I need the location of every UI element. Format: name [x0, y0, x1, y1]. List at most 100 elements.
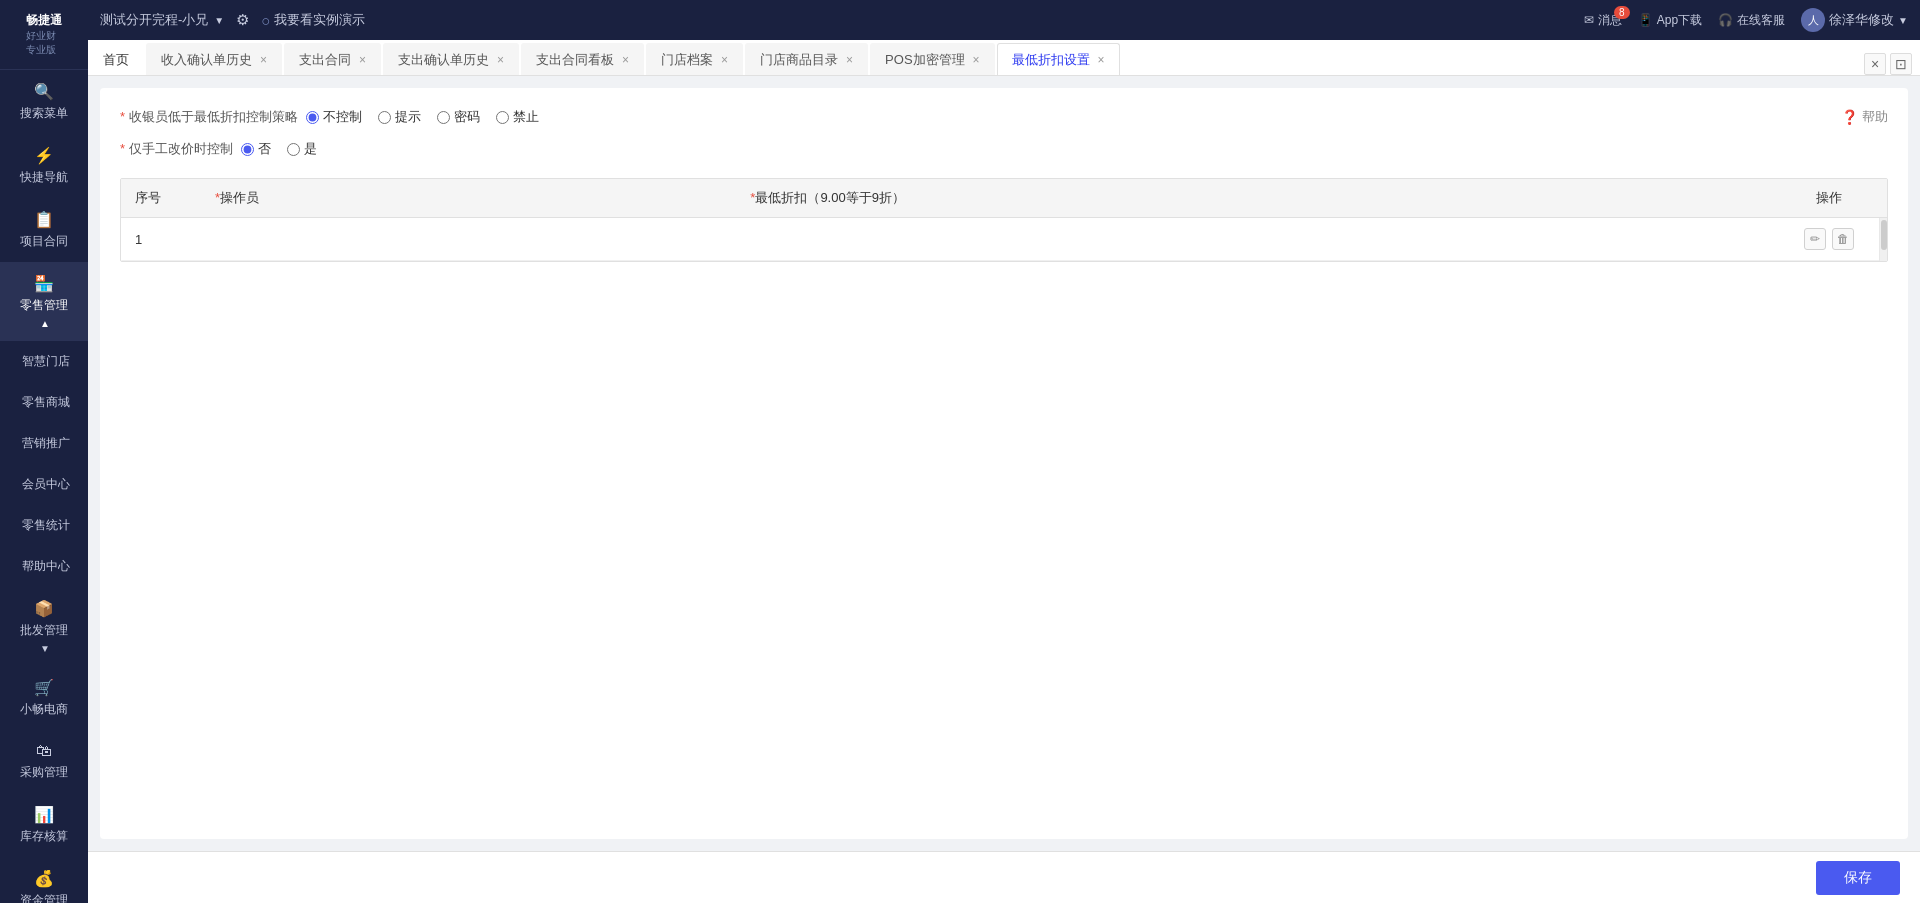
sidebar-item-marketing[interactable]: 营销推广 [0, 423, 88, 464]
tab-payment-contract-label: 支出合同 [299, 51, 351, 69]
app-download-btn[interactable]: 📱 App下载 [1638, 12, 1702, 29]
strategy-no-control-radio[interactable] [306, 111, 319, 124]
strategy-remind[interactable]: 提示 [378, 108, 421, 126]
topbar-settings-btn[interactable]: ⚙ [236, 11, 249, 29]
user-dropdown-icon: ▼ [1898, 15, 1908, 26]
strategy-remind-radio[interactable] [378, 111, 391, 124]
sidebar-item-retail-stats-label: 零售统计 [22, 517, 70, 534]
tab-income-confirm-close[interactable]: × [260, 53, 267, 67]
service-btn[interactable]: 🎧 在线客服 [1718, 12, 1785, 29]
sidebar-item-retail-stats[interactable]: 零售统计 [0, 505, 88, 546]
manual-no-radio[interactable] [241, 143, 254, 156]
tab-store-file[interactable]: 门店档案 × [646, 43, 743, 75]
tab-min-discount[interactable]: 最低折扣设置 × [997, 43, 1120, 75]
purchase-icon: 🛍 [36, 742, 52, 760]
tab-more-btn[interactable]: ⊡ [1890, 53, 1912, 75]
manual-yes-radio[interactable] [287, 143, 300, 156]
tab-payment-confirm-close[interactable]: × [497, 53, 504, 67]
topbar-demo-btn[interactable]: ○ 我要看实例演示 [261, 11, 365, 29]
strategy-radio-group: 不控制 提示 密码 禁止 [306, 108, 539, 126]
strategy-forbidden-radio[interactable] [496, 111, 509, 124]
help-link[interactable]: ❓ 帮助 [1841, 108, 1888, 126]
col-header-action: 操作 [1779, 179, 1879, 217]
sidebar-item-finance[interactable]: 💰 资金管理 [0, 857, 88, 903]
header-scrollbar-space [1879, 179, 1887, 217]
project-name: 测试分开完程-小兄 [100, 11, 208, 29]
sidebar-item-finance-label: 资金管理 [20, 892, 68, 903]
tab-payment-contract-close[interactable]: × [359, 53, 366, 67]
sidebar-item-ecommerce[interactable]: 🛒 小畅电商 [0, 666, 88, 730]
tab-store-file-close[interactable]: × [721, 53, 728, 67]
strategy-no-control[interactable]: 不控制 [306, 108, 362, 126]
sidebar-item-retail-mall[interactable]: 零售商城 [0, 382, 88, 423]
tab-payment-board-label: 支出合同看板 [536, 51, 614, 69]
tab-store-goods-close[interactable]: × [846, 53, 853, 67]
tab-store-goods[interactable]: 门店商品目录 × [745, 43, 868, 75]
manual-no-label: 否 [258, 140, 271, 158]
tab-payment-board-close[interactable]: × [622, 53, 629, 67]
search-icon: 🔍 [34, 82, 54, 101]
content-area: ❓ 帮助 * 收银员低于最低折扣控制策略 不控制 [88, 76, 1920, 851]
cell-action-1: ✏ 🗑 [1779, 218, 1879, 260]
sidebar-item-marketing-label: 营销推广 [22, 435, 70, 452]
sidebar-item-retail-mall-label: 零售商城 [22, 394, 70, 411]
scrollbar-thumb [1881, 220, 1887, 250]
service-label: 在线客服 [1737, 12, 1785, 29]
tab-payment-board[interactable]: 支出合同看板 × [521, 43, 644, 75]
table-body-wrapper: 1 ✏ 🗑 [121, 218, 1887, 261]
tab-home[interactable]: 首页 [88, 43, 144, 75]
discount-table: 序号 *操作员 *最低折扣（9.00等于9折） 操作 1 [120, 178, 1888, 262]
operator-required-mark: * [215, 190, 220, 205]
main-area: 测试分开完程-小兄 ▼ ⚙ ○ 我要看实例演示 ✉ 消息 8 📱 App下载 🎧… [88, 0, 1920, 903]
tab-income-confirm[interactable]: 收入确认单历史 × [146, 43, 282, 75]
sidebar-item-member-center[interactable]: 会员中心 [0, 464, 88, 505]
app-download-icon: 📱 [1638, 13, 1653, 27]
user-menu[interactable]: 人 徐泽华修改 ▼ [1801, 8, 1908, 32]
manual-yes[interactable]: 是 [287, 140, 317, 158]
strategy-password-radio[interactable] [437, 111, 450, 124]
sidebar-item-retail-mgmt[interactable]: 🏪 零售管理 ▲ [0, 262, 88, 341]
topbar: 测试分开完程-小兄 ▼ ⚙ ○ 我要看实例演示 ✉ 消息 8 📱 App下载 🎧… [88, 0, 1920, 40]
message-icon: ✉ [1584, 13, 1594, 27]
tab-payment-confirm[interactable]: 支出确认单历史 × [383, 43, 519, 75]
message-btn[interactable]: ✉ 消息 8 [1584, 12, 1622, 29]
cell-discount-1 [736, 218, 1779, 260]
strategy-password[interactable]: 密码 [437, 108, 480, 126]
strategy-forbidden[interactable]: 禁止 [496, 108, 539, 126]
retail-mgmt-icon: 🏪 [34, 274, 54, 293]
sidebar-item-purchase-mgmt[interactable]: 🛍 采购管理 [0, 730, 88, 793]
sidebar-item-inventory-label: 库存核算 [20, 828, 68, 845]
table-row: 1 ✏ 🗑 [121, 218, 1879, 261]
tab-pos-password-close[interactable]: × [973, 53, 980, 67]
logo-edition: 专业版 [26, 43, 62, 57]
sidebar-item-member-label: 会员中心 [22, 476, 70, 493]
sidebar-item-project-contract[interactable]: 📋 项目合同 [0, 198, 88, 262]
col-header-operator: *操作员 [201, 179, 736, 217]
sidebar-item-search[interactable]: 🔍 搜索菜单 [0, 70, 88, 134]
sidebar-item-wholesale-mgmt[interactable]: 📦 批发管理 ▼ [0, 587, 88, 666]
tab-payment-contract[interactable]: 支出合同 × [284, 43, 381, 75]
tab-income-confirm-label: 收入确认单历史 [161, 51, 252, 69]
sidebar-item-inventory[interactable]: 📊 库存核算 [0, 793, 88, 857]
cell-operator-1 [201, 218, 736, 260]
tab-pos-password[interactable]: POS加密管理 × [870, 43, 994, 75]
strategy-forbidden-label: 禁止 [513, 108, 539, 126]
sidebar-item-help-center[interactable]: 帮助中心 [0, 546, 88, 587]
save-button[interactable]: 保存 [1816, 861, 1900, 895]
cell-seq-1: 1 [121, 218, 201, 260]
table-scrollbar[interactable] [1879, 218, 1887, 261]
sidebar-item-smart-store-label: 智慧门店 [22, 353, 70, 370]
row-edit-btn[interactable]: ✏ [1804, 228, 1826, 250]
demo-icon: ○ [261, 12, 270, 29]
tab-pos-password-label: POS加密管理 [885, 51, 964, 69]
ecommerce-icon: 🛒 [34, 678, 54, 697]
project-selector[interactable]: 测试分开完程-小兄 ▼ [100, 11, 224, 29]
inventory-icon: 📊 [34, 805, 54, 824]
sidebar-item-quicknav[interactable]: ⚡ 快捷导航 [0, 134, 88, 198]
row-delete-btn[interactable]: 🗑 [1832, 228, 1854, 250]
tab-close-current-btn[interactable]: × [1864, 53, 1886, 75]
manual-no[interactable]: 否 [241, 140, 271, 158]
sidebar-item-smart-store[interactable]: 智慧门店 [0, 341, 88, 382]
tab-min-discount-close[interactable]: × [1098, 53, 1105, 67]
wholesale-icon: 📦 [34, 599, 54, 618]
